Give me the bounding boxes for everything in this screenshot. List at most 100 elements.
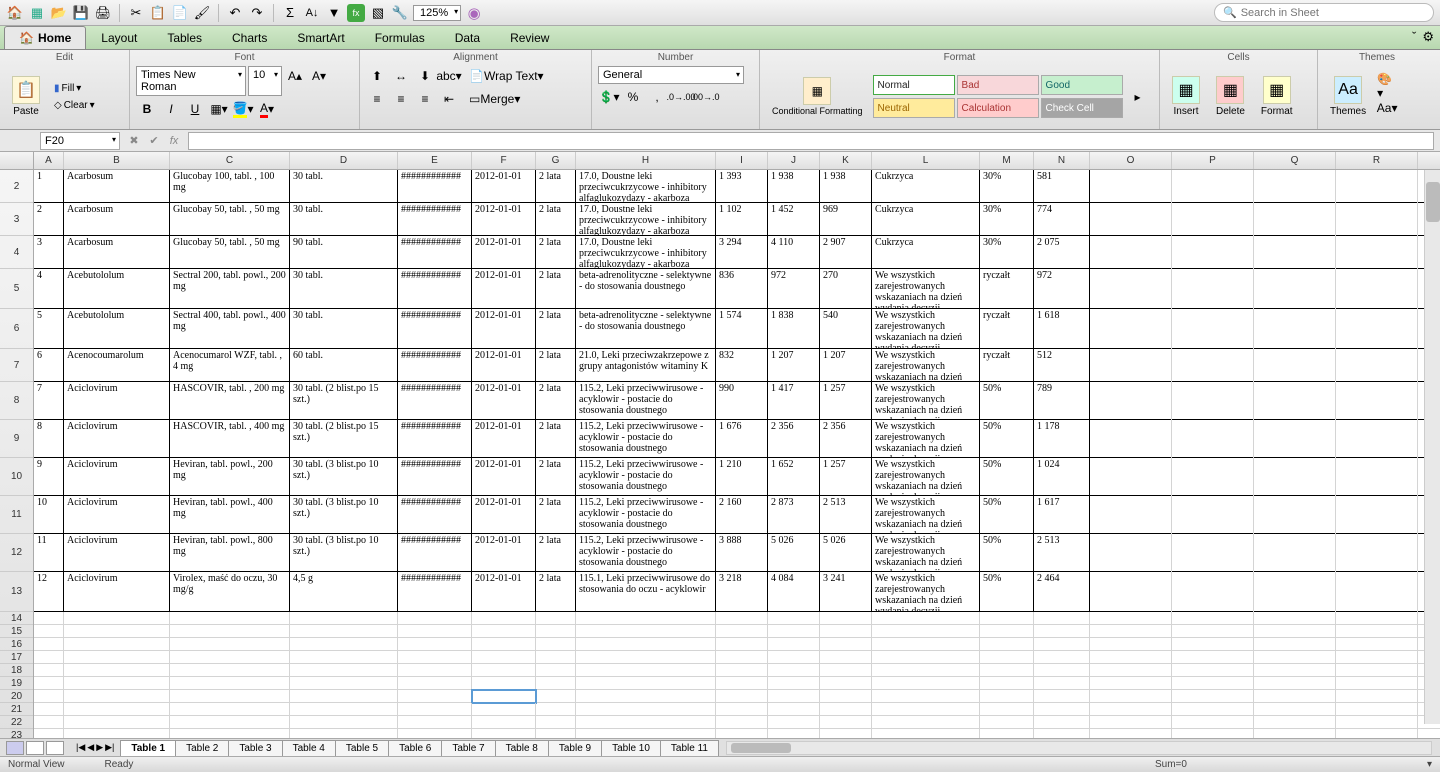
cell[interactable] <box>1254 664 1336 677</box>
cell[interactable]: 115.2, Leki przeciwwirusowe - acyklowir … <box>576 420 716 458</box>
cell[interactable]: 2 lata <box>536 382 576 420</box>
cell[interactable]: 2 lata <box>536 269 576 309</box>
cell[interactable]: 3 218 <box>716 572 768 612</box>
cell[interactable]: 2 356 <box>820 420 872 458</box>
redo-icon[interactable]: ↷ <box>248 4 266 22</box>
cell[interactable] <box>980 690 1034 703</box>
style-bad[interactable]: Bad <box>957 75 1039 95</box>
cell[interactable] <box>820 664 872 677</box>
cell[interactable]: 2012-01-01 <box>472 170 536 203</box>
cell[interactable] <box>1172 236 1254 269</box>
cell[interactable]: We wszystkich zarejestrowanych wskazania… <box>872 420 980 458</box>
cell[interactable] <box>768 651 820 664</box>
tab-nav-next-icon[interactable]: ▶ <box>96 742 103 753</box>
cell[interactable] <box>398 638 472 651</box>
cell[interactable]: 1 617 <box>1034 496 1090 534</box>
cell[interactable]: Cukrzyca <box>872 170 980 203</box>
row-header[interactable]: 18 <box>0 664 33 677</box>
cell[interactable]: 17.0, Doustne leki przeciwcukrzycowe - i… <box>576 203 716 236</box>
cell[interactable] <box>1090 382 1172 420</box>
cell[interactable] <box>290 677 398 690</box>
cell[interactable]: ############ <box>398 236 472 269</box>
cell[interactable]: 8 <box>34 420 64 458</box>
cell[interactable] <box>716 690 768 703</box>
tab-nav-prev-icon[interactable]: ◀ <box>87 742 94 753</box>
cell[interactable]: 2012-01-01 <box>472 420 536 458</box>
cell[interactable] <box>1172 690 1254 703</box>
cell[interactable] <box>716 703 768 716</box>
cell[interactable] <box>536 677 576 690</box>
cell[interactable]: 2 907 <box>820 236 872 269</box>
cell[interactable]: ############ <box>398 496 472 534</box>
cell[interactable] <box>820 638 872 651</box>
cell[interactable]: 2 <box>34 203 64 236</box>
cell[interactable] <box>34 677 64 690</box>
col-header-O[interactable]: O <box>1090 152 1172 169</box>
cell[interactable]: ############ <box>398 349 472 382</box>
cell[interactable] <box>1254 703 1336 716</box>
col-header-M[interactable]: M <box>980 152 1034 169</box>
cell[interactable] <box>1172 664 1254 677</box>
cell[interactable]: 2 873 <box>768 496 820 534</box>
cell[interactable] <box>1336 677 1418 690</box>
tab-formulas[interactable]: Formulas <box>360 26 440 49</box>
cell[interactable]: 30 tabl. (2 blist.po 15 szt.) <box>290 420 398 458</box>
cell[interactable] <box>290 625 398 638</box>
cell[interactable] <box>872 677 980 690</box>
cell[interactable] <box>398 716 472 729</box>
cell[interactable] <box>1254 716 1336 729</box>
cell[interactable]: 30 tabl. (2 blist.po 15 szt.) <box>290 382 398 420</box>
clear-button[interactable]: ◇Clear ▾ <box>50 98 99 113</box>
comma-icon[interactable]: , <box>646 87 668 107</box>
cell[interactable] <box>1254 572 1336 612</box>
cell[interactable]: 2012-01-01 <box>472 572 536 612</box>
cell[interactable] <box>1254 496 1336 534</box>
cell[interactable] <box>1336 690 1418 703</box>
cell[interactable] <box>716 612 768 625</box>
cell[interactable]: 2012-01-01 <box>472 203 536 236</box>
cancel-formula-icon[interactable]: ✖ <box>126 133 142 149</box>
cell[interactable]: 3 241 <box>820 572 872 612</box>
cell[interactable]: 12 <box>34 572 64 612</box>
cell[interactable] <box>1034 612 1090 625</box>
cell[interactable]: 2 lata <box>536 496 576 534</box>
cell[interactable]: Aciclovirum <box>64 572 170 612</box>
row-header[interactable]: 16 <box>0 638 33 651</box>
home-icon[interactable]: 🏠 <box>6 4 24 22</box>
cell[interactable]: Acarbosum <box>64 236 170 269</box>
cell[interactable]: beta-adrenolityczne - selektywne - do st… <box>576 269 716 309</box>
cell[interactable] <box>472 677 536 690</box>
cell[interactable] <box>1172 677 1254 690</box>
tab-tables[interactable]: Tables <box>152 26 217 49</box>
cell[interactable] <box>820 612 872 625</box>
cell[interactable]: 2 lata <box>536 458 576 496</box>
cell[interactable] <box>1172 638 1254 651</box>
cell[interactable]: Glucobay 100, tabl. , 100 mg <box>170 170 290 203</box>
cell[interactable] <box>1336 496 1418 534</box>
cell[interactable]: 581 <box>1034 170 1090 203</box>
cell[interactable] <box>1254 612 1336 625</box>
cell[interactable]: 270 <box>820 269 872 309</box>
cell[interactable]: Heviran, tabl. powl., 800 mg <box>170 534 290 572</box>
style-check[interactable]: Check Cell <box>1041 98 1123 118</box>
cell[interactable] <box>34 638 64 651</box>
cell[interactable] <box>398 690 472 703</box>
cell[interactable]: Glucobay 50, tabl. , 50 mg <box>170 203 290 236</box>
cell[interactable]: 7 <box>34 382 64 420</box>
cell[interactable] <box>1254 690 1336 703</box>
cell[interactable] <box>170 677 290 690</box>
cell[interactable] <box>576 664 716 677</box>
row-header[interactable]: 20 <box>0 690 33 703</box>
cell[interactable] <box>980 716 1034 729</box>
accept-formula-icon[interactable]: ✔ <box>146 133 162 149</box>
row-header[interactable]: 8 <box>0 382 33 420</box>
cell[interactable]: 5 026 <box>820 534 872 572</box>
cell[interactable] <box>1336 203 1418 236</box>
cell[interactable]: Aciclovirum <box>64 496 170 534</box>
cell[interactable] <box>1172 534 1254 572</box>
search-in-sheet[interactable]: 🔍 <box>1214 3 1434 22</box>
sort-icon[interactable]: A↓ <box>303 4 321 22</box>
col-header-N[interactable]: N <box>1034 152 1090 169</box>
cell[interactable] <box>872 612 980 625</box>
cell[interactable] <box>1336 236 1418 269</box>
